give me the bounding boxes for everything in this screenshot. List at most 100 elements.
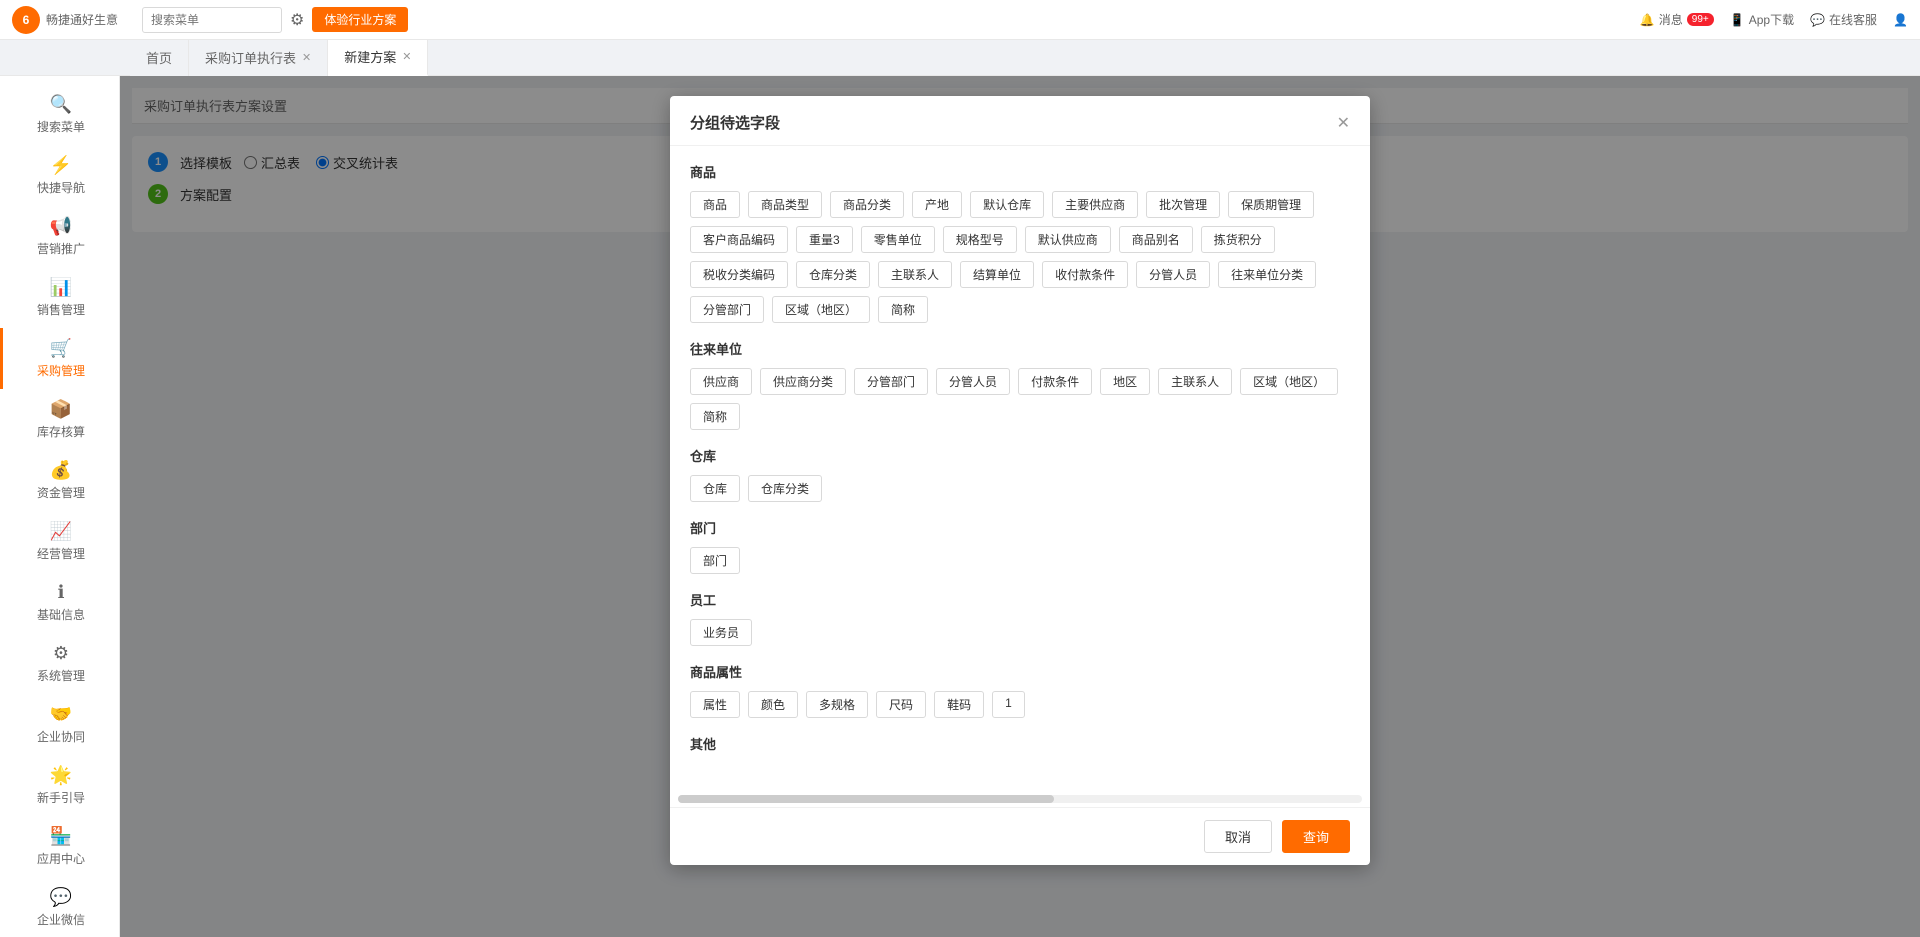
modal-close-button[interactable]: ✕	[1337, 113, 1350, 133]
tag-weight[interactable]: 重量3	[796, 226, 853, 253]
tag-salesperson[interactable]: 业务员	[690, 619, 752, 646]
sidebar-item-appcenter[interactable]: 🏪 应用中心	[0, 816, 119, 877]
tag-warehouse[interactable]: 仓库	[690, 475, 740, 502]
tag-spec-model[interactable]: 规格型号	[943, 226, 1017, 253]
warehouse-tags: 仓库 仓库分类	[690, 475, 1350, 502]
sidebar-label-inventory: 库存核算	[37, 423, 85, 440]
tab-home[interactable]: 首页	[130, 40, 189, 76]
modal-body: 商品 商品 商品类型 商品分类 产地 默认仓库 主要供应商 批次管理 保质期管理…	[670, 146, 1370, 795]
tag-shoe-size[interactable]: 鞋码	[934, 691, 984, 718]
tag-shelf-life[interactable]: 保质期管理	[1228, 191, 1314, 218]
sidebar-label-operation: 经营管理	[37, 545, 85, 562]
tag-region-goods[interactable]: 区域（地区）	[772, 296, 870, 323]
search-input[interactable]	[142, 7, 282, 33]
section-goods: 商品 商品 商品类型 商品分类 产地 默认仓库 主要供应商 批次管理 保质期管理…	[690, 162, 1350, 323]
tab-purchase-close[interactable]: ✕	[302, 51, 311, 64]
tag-main-contact[interactable]: 主联系人	[878, 261, 952, 288]
tag-abbr-goods[interactable]: 简称	[878, 296, 928, 323]
settings-icon-button[interactable]: ⚙	[290, 10, 304, 30]
sidebar-item-system[interactable]: ⚙ 系统管理	[0, 633, 119, 694]
service-icon: 💬	[1810, 13, 1825, 27]
tag-settlement-unit[interactable]: 结算单位	[960, 261, 1034, 288]
sidebar-item-operation[interactable]: 📈 经营管理	[0, 511, 119, 572]
partner-tags: 供应商 供应商分类 分管部门 分管人员 付款条件 地区 主联系人 区域（地区） …	[690, 368, 1350, 430]
finance-icon: 💰	[50, 460, 72, 481]
sidebar-item-search[interactable]: 🔍 搜索菜单	[0, 84, 119, 145]
confirm-button[interactable]: 查询	[1282, 820, 1350, 853]
tag-region-partner[interactable]: 区域（地区）	[1240, 368, 1338, 395]
online-service-label: 在线客服	[1829, 11, 1877, 28]
tag-multi-spec[interactable]: 多规格	[806, 691, 868, 718]
avatar-item[interactable]: 👤	[1893, 13, 1908, 27]
tag-goods-type[interactable]: 商品类型	[748, 191, 822, 218]
tag-main-supplier[interactable]: 主要供应商	[1052, 191, 1138, 218]
tag-payment-terms[interactable]: 收付款条件	[1042, 261, 1128, 288]
goods-tags: 商品 商品类型 商品分类 产地 默认仓库 主要供应商 批次管理 保质期管理 客户…	[690, 191, 1350, 323]
logo-area: 6 畅捷通好生意	[12, 6, 132, 34]
section-employee: 员工 业务员	[690, 590, 1350, 646]
tag-partner-category[interactable]: 往来单位分类	[1218, 261, 1316, 288]
online-service-item[interactable]: 💬 在线客服	[1810, 11, 1877, 28]
tag-goods-category[interactable]: 商品分类	[830, 191, 904, 218]
tag-origin[interactable]: 产地	[912, 191, 962, 218]
tag-color[interactable]: 颜色	[748, 691, 798, 718]
tag-default-supplier[interactable]: 默认供应商	[1025, 226, 1111, 253]
tag-default-warehouse[interactable]: 默认仓库	[970, 191, 1044, 218]
app-download-item[interactable]: 📱 App下载	[1730, 11, 1794, 28]
modal-footer: 取消 查询	[670, 807, 1370, 865]
collab-icon: 🤝	[50, 704, 72, 725]
sidebar-item-purchase[interactable]: 🛒 采购管理	[0, 328, 119, 389]
sidebar-item-inventory[interactable]: 📦 库存核算	[0, 389, 119, 450]
sidebar-item-newbie[interactable]: 🌟 新手引导	[0, 755, 119, 816]
tag-warehouse-cat[interactable]: 仓库分类	[748, 475, 822, 502]
tag-attr[interactable]: 属性	[690, 691, 740, 718]
tag-supplier-category[interactable]: 供应商分类	[760, 368, 846, 395]
notification-badge: 99+	[1687, 13, 1714, 26]
tag-tax-code[interactable]: 税收分类编码	[690, 261, 788, 288]
sidebar-label-marketing: 营销推广	[37, 240, 85, 257]
sidebar-item-finance[interactable]: 💰 资金管理	[0, 450, 119, 511]
tag-dept-mgmt[interactable]: 分管部门	[690, 296, 764, 323]
notification-item[interactable]: 🔔 消息 99+	[1640, 11, 1714, 28]
cancel-button[interactable]: 取消	[1204, 820, 1272, 853]
tag-pick-points[interactable]: 拣货积分	[1201, 226, 1275, 253]
tab-new-plan[interactable]: 新建方案 ✕	[328, 40, 428, 76]
tag-supervisor[interactable]: 分管人员	[1136, 261, 1210, 288]
sidebar-item-sales[interactable]: 📊 销售管理	[0, 267, 119, 328]
field-select-modal: 分组待选字段 ✕ 商品 商品 商品类型 商品分类 产地 默认仓库 主要供应商 批…	[670, 96, 1370, 865]
sidebar-item-basic[interactable]: ℹ 基础信息	[0, 572, 119, 633]
tag-goods-alias[interactable]: 商品别名	[1119, 226, 1193, 253]
tag-batch-mgmt[interactable]: 批次管理	[1146, 191, 1220, 218]
logo-icon: 6	[12, 6, 40, 34]
sidebar-item-wechat[interactable]: 💬 企业微信	[0, 877, 119, 937]
tab-home-label: 首页	[146, 48, 172, 67]
sidebar-item-quicknav[interactable]: ⚡ 快捷导航	[0, 145, 119, 206]
tag-warehouse-category[interactable]: 仓库分类	[796, 261, 870, 288]
goods-attr-tags: 属性 颜色 多规格 尺码 鞋码 1	[690, 691, 1350, 718]
tag-main-contact-partner[interactable]: 主联系人	[1158, 368, 1232, 395]
tag-payment-cond[interactable]: 付款条件	[1018, 368, 1092, 395]
tag-dept[interactable]: 部门	[690, 547, 740, 574]
sidebar-label-quicknav: 快捷导航	[37, 179, 85, 196]
sidebar-label-finance: 资金管理	[37, 484, 85, 501]
horizontal-scrollbar-thumb[interactable]	[678, 795, 1054, 803]
section-other: 其他	[690, 734, 1350, 763]
tag-customer-code[interactable]: 客户商品编码	[690, 226, 788, 253]
tag-district[interactable]: 地区	[1100, 368, 1150, 395]
tag-supplier[interactable]: 供应商	[690, 368, 752, 395]
tag-attr-1[interactable]: 1	[992, 691, 1025, 718]
tab-purchase-list[interactable]: 采购订单执行表 ✕	[189, 40, 328, 76]
tag-supervisor-partner[interactable]: 分管人员	[936, 368, 1010, 395]
trial-button[interactable]: 体验行业方案	[312, 7, 408, 32]
tag-retail-unit[interactable]: 零售单位	[861, 226, 935, 253]
app-download-label: App下载	[1749, 11, 1794, 28]
section-other-title: 其他	[690, 734, 1350, 753]
tag-abbr-partner[interactable]: 简称	[690, 403, 740, 430]
tab-new-plan-close[interactable]: ✕	[402, 50, 411, 63]
tag-goods[interactable]: 商品	[690, 191, 740, 218]
tag-size[interactable]: 尺码	[876, 691, 926, 718]
sidebar-item-collab[interactable]: 🤝 企业协同	[0, 694, 119, 755]
sidebar-item-marketing[interactable]: 📢 营销推广	[0, 206, 119, 267]
header-right: 🔔 消息 99+ 📱 App下载 💬 在线客服 👤	[1640, 11, 1908, 28]
tag-dept-partner[interactable]: 分管部门	[854, 368, 928, 395]
